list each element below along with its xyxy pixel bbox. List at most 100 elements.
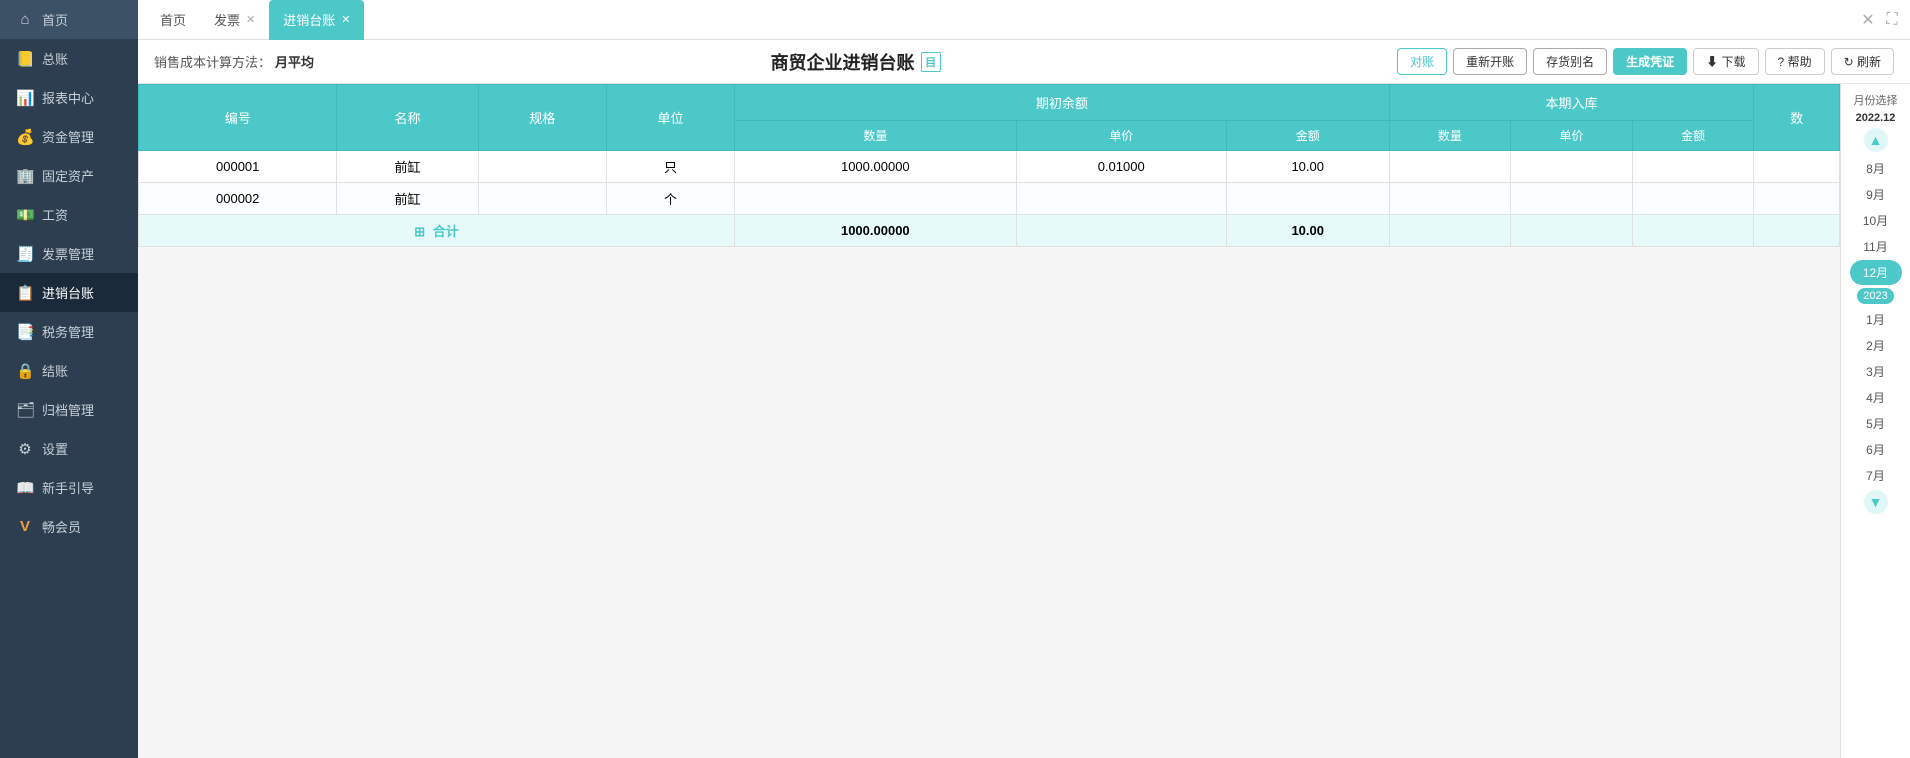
toolbar-buttons: 对账 重新开账 存货别名 生成凭证 ⬇ 下载 ? 帮助 ↻ 刷新 (1397, 48, 1894, 75)
year-2023-label: 2023 (1857, 288, 1893, 304)
sidebar-item-payroll[interactable]: 💵 工资 (0, 195, 138, 234)
download-button[interactable]: ⬇ 下载 (1693, 48, 1758, 75)
cell-spec (478, 151, 606, 183)
tab-purchase-sales[interactable]: 进销台账 ✕ (269, 0, 364, 40)
window-close-button[interactable]: ✕ (1858, 10, 1878, 30)
home-icon: ⌂ (16, 11, 34, 28)
cell-period-price (1016, 183, 1226, 215)
total-period-qty: 1000.00000 (735, 215, 1017, 247)
cell-period-price: 0.01000 (1016, 151, 1226, 183)
ledger-icon: 📒 (16, 50, 34, 68)
sidebar-item-ledger[interactable]: 📒 总账 (0, 39, 138, 78)
fixed-assets-icon: 🏢 (16, 167, 34, 185)
window-expand-button[interactable]: ⛶ (1882, 10, 1902, 30)
cell-period-qty (735, 183, 1017, 215)
sidebar-item-tax[interactable]: 📑 税务管理 (0, 312, 138, 351)
sidebar-item-purchase-sales[interactable]: 📋 进销台账 (0, 273, 138, 312)
tab-invoice[interactable]: 发票 ✕ (200, 0, 269, 40)
month-item-2023-2[interactable]: 2月 (1850, 333, 1902, 358)
month-item-2023-3[interactable]: 3月 (1850, 359, 1902, 384)
total-period-price (1016, 215, 1226, 247)
tab-bar: 首页 发票 ✕ 进销台账 ✕ ✕ ⛶ (138, 0, 1910, 40)
help-button[interactable]: ? 帮助 (1765, 48, 1825, 75)
sidebar-item-archive[interactable]: 🗂 归档管理 (0, 390, 138, 429)
col-period-price: 单价 (1016, 121, 1226, 151)
sidebar-item-membership[interactable]: V 畅会员 (0, 507, 138, 546)
sidebar: ⌂ 首页 📒 总账 📊 报表中心 💰 资金管理 🏢 固定资产 💵 工资 🧾 发票… (0, 0, 138, 758)
cell-in-price (1511, 151, 1633, 183)
cell-name: 前缸 (337, 151, 478, 183)
col-header-spec: 规格 (478, 85, 606, 151)
month-item-2023-5[interactable]: 5月 (1850, 411, 1902, 436)
cell-unit: 个 (606, 183, 734, 215)
reconcile-button[interactable]: 对账 (1397, 48, 1447, 75)
sidebar-item-fixed-assets[interactable]: 🏢 固定资产 (0, 156, 138, 195)
total-label-cell: ⊞ 合计 (139, 215, 735, 247)
table-area: 编号 名称 规格 单位 期初余额 本期入库 数 数量 单价 金额 数 (138, 84, 1910, 758)
total-label: 合计 (433, 224, 459, 239)
table-container: 编号 名称 规格 单位 期初余额 本期入库 数 数量 单价 金额 数 (138, 84, 1840, 758)
cell-period-qty: 1000.00000 (735, 151, 1017, 183)
month-panel-title: 月份选择 (1854, 88, 1898, 110)
month-item-2023-7[interactable]: 7月 (1850, 463, 1902, 488)
cell-period-amount: 10.00 (1226, 151, 1389, 183)
tab-purchase-sales-close[interactable]: ✕ (341, 13, 350, 26)
col-in-qty: 数量 (1389, 121, 1511, 151)
cell-id: 000002 (139, 183, 337, 215)
total-period-amount: 10.00 (1226, 215, 1389, 247)
purchase-sales-icon: 📋 (16, 284, 34, 302)
title-info-icon[interactable]: 目 (921, 52, 941, 72)
month-scroll-down-button[interactable]: ▼ (1864, 490, 1888, 514)
data-table: 编号 名称 规格 单位 期初余额 本期入库 数 数量 单价 金额 数 (138, 84, 1840, 247)
sidebar-item-funds[interactable]: 💰 资金管理 (0, 117, 138, 156)
col-header-id: 编号 (139, 85, 337, 151)
month-scroll-up-button[interactable]: ▲ (1864, 128, 1888, 152)
sidebar-item-guide[interactable]: 📖 新手引导 (0, 468, 138, 507)
cell-in-price (1511, 183, 1633, 215)
total-icon: ⊞ (414, 224, 425, 239)
sidebar-item-closing[interactable]: 🔒 结账 (0, 351, 138, 390)
sidebar-item-settings[interactable]: ⚙ 设置 (0, 429, 138, 468)
page-title: 商贸企业进销台账 (771, 49, 915, 75)
tab-invoice-close[interactable]: ✕ (246, 13, 255, 26)
total-extra (1754, 215, 1840, 247)
table-row: 000002 前缸 个 (139, 183, 1840, 215)
settings-icon: ⚙ (16, 440, 34, 458)
col-period-amount: 金额 (1226, 121, 1389, 151)
month-scroll-list: 8月 9月 10月 11月 12月 2023 1月 2月 3月 4月 5月 6月… (1841, 156, 1910, 488)
month-item-8[interactable]: 8月 (1850, 156, 1902, 181)
sidebar-item-invoice-mgmt[interactable]: 🧾 发票管理 (0, 234, 138, 273)
month-item-2023-6[interactable]: 6月 (1850, 437, 1902, 462)
cell-period-amount (1226, 183, 1389, 215)
cell-extra (1754, 151, 1840, 183)
cell-name: 前缸 (337, 183, 478, 215)
col-period-qty: 数量 (735, 121, 1017, 151)
save-alias-button[interactable]: 存货别名 (1533, 48, 1607, 75)
month-item-9[interactable]: 9月 (1850, 182, 1902, 207)
page-title-area: 商贸企业进销台账 目 (322, 49, 1389, 75)
reopen-button[interactable]: 重新开账 (1453, 48, 1527, 75)
refresh-button[interactable]: ↻ 刷新 (1831, 48, 1894, 75)
total-in-qty (1389, 215, 1511, 247)
cost-method: 销售成本计算方法： 月平均 (154, 52, 314, 71)
closing-icon: 🔒 (16, 362, 34, 380)
toolbar: 销售成本计算方法： 月平均 商贸企业进销台账 目 对账 重新开账 存货别名 生成… (138, 40, 1910, 84)
col-in-price: 单价 (1511, 121, 1633, 151)
col-header-extra: 数 (1754, 85, 1840, 151)
col-header-name: 名称 (337, 85, 478, 151)
table-row: 000001 前缸 只 1000.00000 0.01000 10.00 (139, 151, 1840, 183)
sidebar-item-home[interactable]: ⌂ 首页 (0, 0, 138, 39)
generate-voucher-button[interactable]: 生成凭证 (1613, 48, 1687, 75)
col-header-period-balance: 期初余额 (735, 85, 1390, 121)
cell-in-amount (1632, 183, 1754, 215)
month-item-2023-4[interactable]: 4月 (1850, 385, 1902, 410)
month-item-11[interactable]: 11月 (1850, 234, 1902, 259)
sidebar-item-reports[interactable]: 📊 报表中心 (0, 78, 138, 117)
total-in-amount (1632, 215, 1754, 247)
tab-home[interactable]: 首页 (146, 0, 200, 40)
month-item-2023-1[interactable]: 1月 (1850, 307, 1902, 332)
month-item-12[interactable]: 12月 (1850, 260, 1902, 285)
guide-icon: 📖 (16, 479, 34, 497)
archive-icon: 🗂 (16, 401, 34, 419)
month-item-10[interactable]: 10月 (1850, 208, 1902, 233)
